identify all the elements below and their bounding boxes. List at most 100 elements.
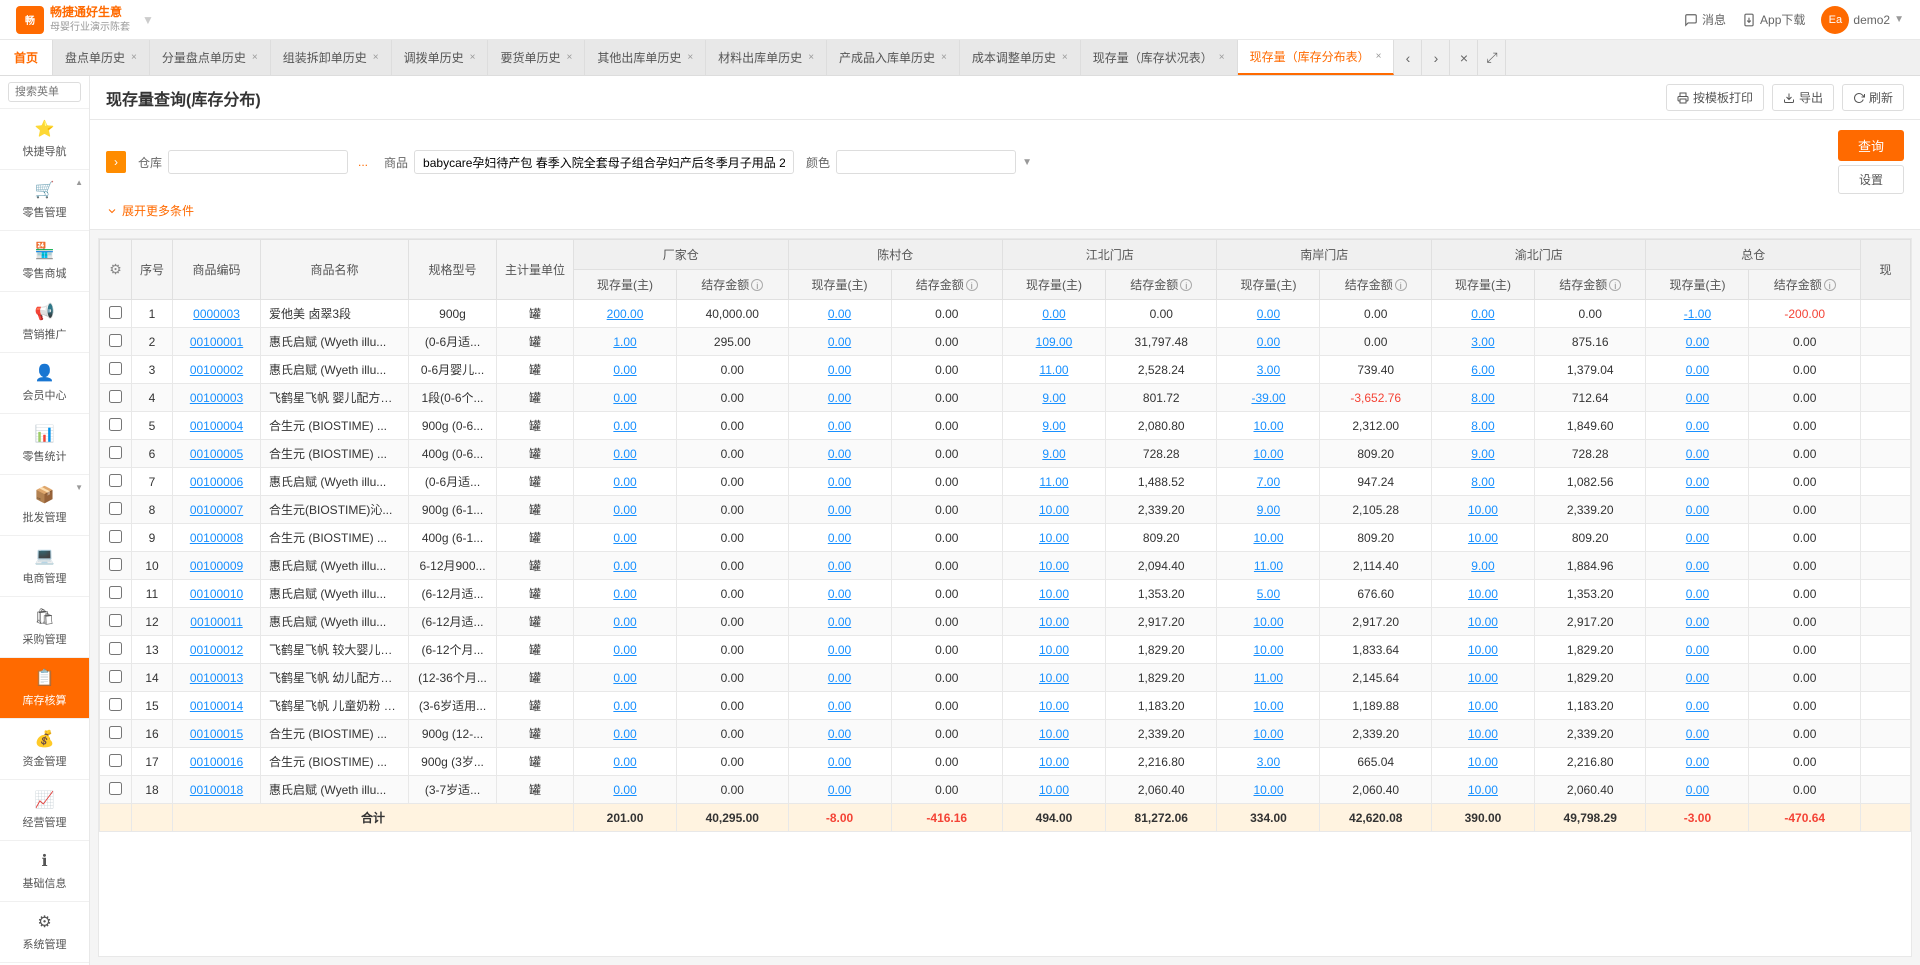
row-checkbox-11[interactable] [100, 580, 132, 608]
row-fac-qty-7[interactable]: 0.00 [574, 468, 677, 496]
row-yb-qty-9[interactable]: 10.00 [1431, 524, 1534, 552]
row-total-qty-2[interactable]: 0.00 [1646, 328, 1749, 356]
row-na-qty-17[interactable]: 3.00 [1217, 748, 1320, 776]
row-na-qty-4[interactable]: -39.00 [1217, 384, 1320, 412]
tab-home[interactable]: 首页 [0, 40, 53, 75]
row-chen-qty-7[interactable]: 0.00 [788, 468, 891, 496]
tab-close-stock-dist[interactable]: × [1376, 51, 1382, 62]
row-jb-qty-5[interactable]: 9.00 [1003, 412, 1106, 440]
row-chen-qty-16[interactable]: 0.00 [788, 720, 891, 748]
row-yb-qty-15[interactable]: 10.00 [1431, 692, 1534, 720]
row-na-qty-5[interactable]: 10.00 [1217, 412, 1320, 440]
row-checkbox-input-10[interactable] [109, 558, 122, 571]
row-chen-qty-10[interactable]: 0.00 [788, 552, 891, 580]
row-checkbox-16[interactable] [100, 720, 132, 748]
row-jb-qty-7[interactable]: 11.00 [1003, 468, 1106, 496]
row-na-qty-10[interactable]: 11.00 [1217, 552, 1320, 580]
tab-close-split[interactable]: × [252, 52, 258, 63]
row-code-4[interactable]: 00100003 [173, 384, 261, 412]
row-chen-qty-2[interactable]: 0.00 [788, 328, 891, 356]
row-code-7[interactable]: 00100006 [173, 468, 261, 496]
row-chen-qty-4[interactable]: 0.00 [788, 384, 891, 412]
row-jb-qty-14[interactable]: 10.00 [1003, 664, 1106, 692]
row-yb-qty-12[interactable]: 10.00 [1431, 608, 1534, 636]
row-fac-qty-11[interactable]: 0.00 [574, 580, 677, 608]
sidebar-item-finance[interactable]: 💰 资金管理 [0, 719, 89, 780]
row-checkbox-2[interactable] [100, 328, 132, 356]
sidebar-item-inventory[interactable]: 📋 库存核算 [0, 658, 89, 719]
table-container[interactable]: ⚙ 序号 商品编码 商品名称 规格型号 主计量单位 厂家仓 陈村仓 江北门店 南… [98, 238, 1912, 957]
row-total-qty-8[interactable]: 0.00 [1646, 496, 1749, 524]
tab-close-purchase[interactable]: × [566, 52, 572, 63]
row-code-12[interactable]: 00100011 [173, 608, 261, 636]
sidebar-item-retail-store[interactable]: 🏪 零售商城 [0, 231, 89, 292]
row-chen-qty-13[interactable]: 0.00 [788, 636, 891, 664]
row-chen-qty-11[interactable]: 0.00 [788, 580, 891, 608]
row-checkbox-8[interactable] [100, 496, 132, 524]
row-yb-qty-16[interactable]: 10.00 [1431, 720, 1534, 748]
row-na-qty-16[interactable]: 10.00 [1217, 720, 1320, 748]
row-chen-qty-14[interactable]: 0.00 [788, 664, 891, 692]
row-code-13[interactable]: 00100012 [173, 636, 261, 664]
row-checkbox-7[interactable] [100, 468, 132, 496]
row-checkbox-6[interactable] [100, 440, 132, 468]
row-fac-qty-5[interactable]: 0.00 [574, 412, 677, 440]
row-fac-qty-15[interactable]: 0.00 [574, 692, 677, 720]
refresh-btn[interactable]: 刷新 [1842, 84, 1904, 111]
row-na-qty-9[interactable]: 10.00 [1217, 524, 1320, 552]
dropdown-arrow[interactable]: ▼ [142, 13, 154, 27]
sidebar-search-input[interactable] [8, 82, 81, 102]
sidebar-item-wholesale-mgmt[interactable]: 📦 批发管理 ▼ [0, 475, 89, 536]
sidebar-item-quick-nav[interactable]: ⭐ 快捷导航 [0, 109, 89, 170]
row-code-3[interactable]: 00100002 [173, 356, 261, 384]
row-checkbox-input-9[interactable] [109, 530, 122, 543]
warehouse-ellipsis[interactable]: ... [354, 155, 372, 169]
sidebar-item-ops-mgmt[interactable]: 📈 经营管理 [0, 780, 89, 841]
tab-stock-dist[interactable]: 现存量（库存分布表） × [1238, 40, 1395, 75]
row-total-qty-7[interactable]: 0.00 [1646, 468, 1749, 496]
row-checkbox-5[interactable] [100, 412, 132, 440]
row-checkbox-13[interactable] [100, 636, 132, 664]
row-fac-qty-3[interactable]: 0.00 [574, 356, 677, 384]
row-yb-qty-7[interactable]: 8.00 [1431, 468, 1534, 496]
tab-cost-adjust[interactable]: 成本调整单历史 × [960, 40, 1081, 75]
row-chen-qty-18[interactable]: 0.00 [788, 776, 891, 804]
row-total-qty-13[interactable]: 0.00 [1646, 636, 1749, 664]
row-total-qty-12[interactable]: 0.00 [1646, 608, 1749, 636]
row-jb-qty-13[interactable]: 10.00 [1003, 636, 1106, 664]
fac-amt-info[interactable]: i [751, 279, 763, 291]
sidebar-item-purchase[interactable]: 🛍 采购管理 [0, 597, 89, 658]
row-code-15[interactable]: 00100014 [173, 692, 261, 720]
row-code-8[interactable]: 00100007 [173, 496, 261, 524]
tab-close-inventory-single[interactable]: × [131, 52, 137, 63]
row-yb-qty-17[interactable]: 10.00 [1431, 748, 1534, 776]
row-fac-qty-16[interactable]: 0.00 [574, 720, 677, 748]
expand-conditions[interactable]: 展开更多条件 [106, 202, 194, 219]
row-yb-qty-11[interactable]: 10.00 [1431, 580, 1534, 608]
row-fac-qty-10[interactable]: 0.00 [574, 552, 677, 580]
row-checkbox-input-8[interactable] [109, 502, 122, 515]
row-na-qty-1[interactable]: 0.00 [1217, 300, 1320, 328]
row-checkbox-input-3[interactable] [109, 362, 122, 375]
row-chen-qty-3[interactable]: 0.00 [788, 356, 891, 384]
row-fac-qty-8[interactable]: 0.00 [574, 496, 677, 524]
tab-close-transfer[interactable]: × [470, 52, 476, 63]
sidebar-item-ecom[interactable]: 💻 电商管理 [0, 536, 89, 597]
chen-amt-info[interactable]: i [966, 279, 978, 291]
row-checkbox-1[interactable] [100, 300, 132, 328]
messages-btn[interactable]: 消息 [1684, 11, 1726, 28]
row-checkbox-input-18[interactable] [109, 782, 122, 795]
row-total-qty-17[interactable]: 0.00 [1646, 748, 1749, 776]
row-jb-qty-16[interactable]: 10.00 [1003, 720, 1106, 748]
row-total-qty-16[interactable]: 0.00 [1646, 720, 1749, 748]
row-yb-qty-6[interactable]: 9.00 [1431, 440, 1534, 468]
column-settings-icon[interactable]: ⚙ [109, 261, 122, 277]
sidebar-item-sys-mgmt[interactable]: ⚙ 系统管理 [0, 902, 89, 963]
row-checkbox-input-16[interactable] [109, 726, 122, 739]
row-na-qty-3[interactable]: 3.00 [1217, 356, 1320, 384]
row-checkbox-input-11[interactable] [109, 586, 122, 599]
tab-expand-btn[interactable]: ⤢ [1478, 40, 1506, 76]
row-total-qty-10[interactable]: 0.00 [1646, 552, 1749, 580]
row-checkbox-input-12[interactable] [109, 614, 122, 627]
tab-stock-status[interactable]: 现存量（库存状况表） × [1081, 40, 1238, 75]
